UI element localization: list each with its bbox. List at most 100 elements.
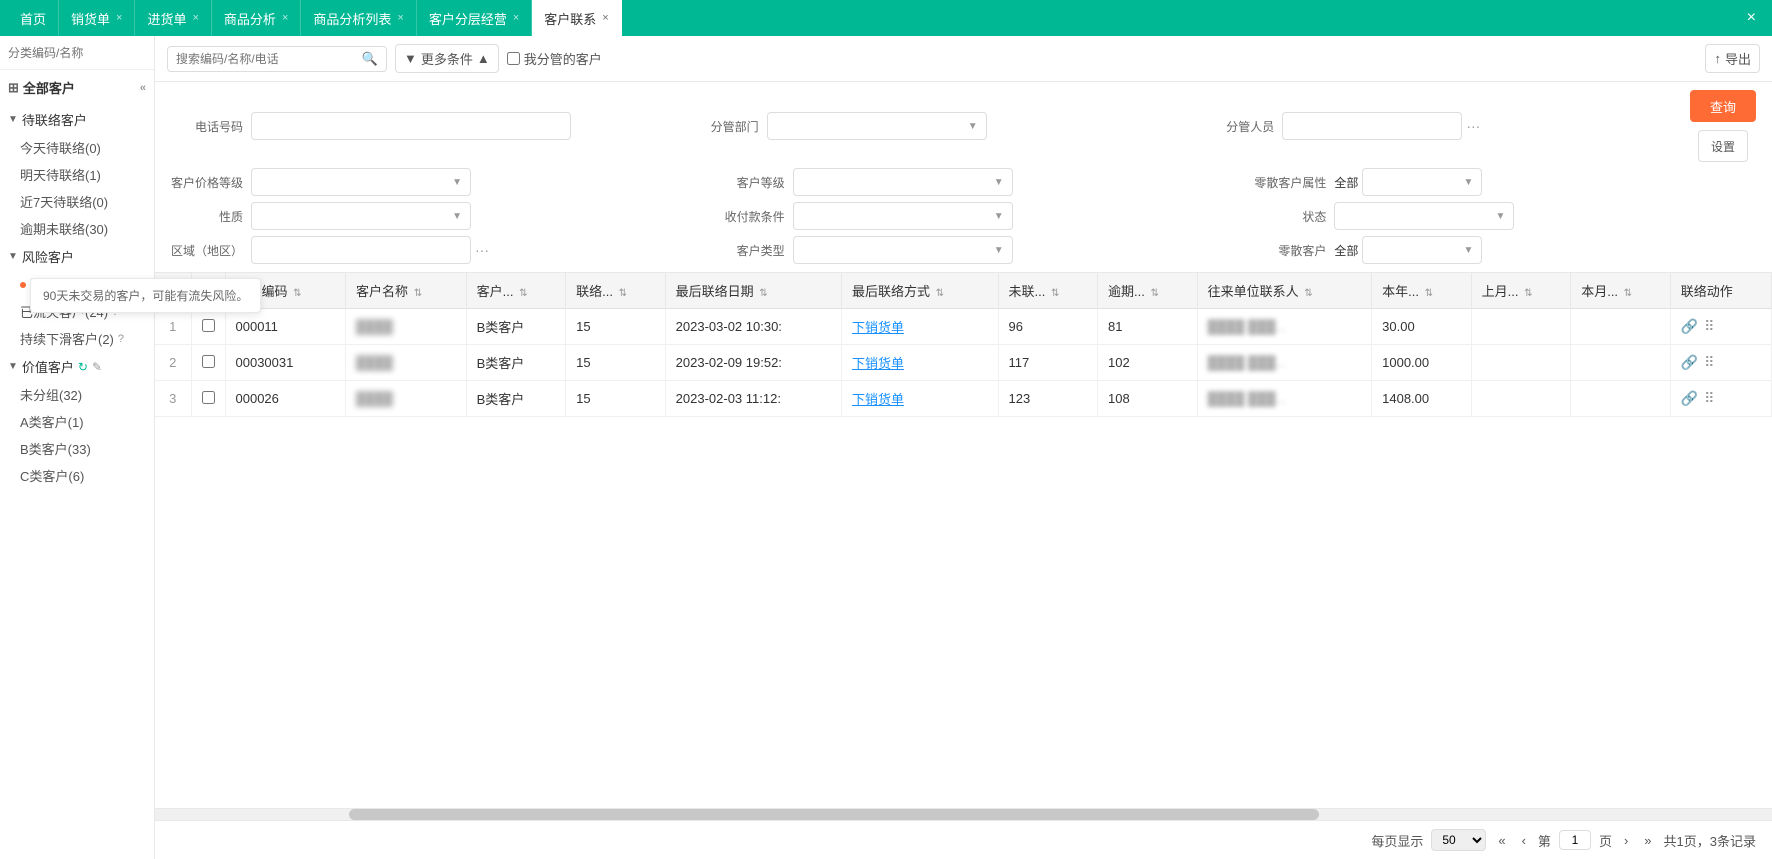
filter-customer-level-select[interactable]: ▼: [793, 168, 1013, 196]
tab-home[interactable]: 首页: [8, 0, 59, 36]
tab-sales[interactable]: 销货单 ×: [59, 0, 135, 36]
tab-customer-union[interactable]: 客户联系 ×: [532, 0, 621, 36]
col-last-month[interactable]: 上月... ⇅: [1471, 273, 1571, 309]
sidebar-item-declining[interactable]: 持续下滑客户(2) ?: [0, 325, 154, 352]
more-filter-button[interactable]: ▼ 更多条件 ▲: [395, 44, 499, 73]
col-this-month[interactable]: 本月... ⇅: [1571, 273, 1671, 309]
filter-zero-customer-select[interactable]: ▼: [1362, 236, 1482, 264]
sidebar-item-c-class[interactable]: C类客户(6): [0, 462, 154, 489]
per-page-select[interactable]: 50 20 100: [1431, 829, 1486, 851]
sidebar-all-customers[interactable]: ⊞ 全部客户 «: [0, 70, 154, 105]
col-name[interactable]: 客户名称 ⇅: [346, 273, 467, 309]
cell-last-method[interactable]: 下销货单: [841, 381, 998, 417]
last-method-link[interactable]: 下销货单: [852, 320, 904, 335]
collapse-icon[interactable]: «: [140, 82, 146, 94]
sidebar-item-a-class[interactable]: A类客户(1): [0, 408, 154, 435]
search-button-icon[interactable]: 🔍: [362, 51, 378, 67]
filter-person-select[interactable]: [1282, 112, 1462, 140]
tab-product-analysis-list-close[interactable]: ×: [397, 12, 403, 24]
filter-zero-attr-select[interactable]: ▼: [1362, 168, 1482, 196]
sidebar-item-tomorrow-contact[interactable]: 明天待联络(1): [0, 161, 154, 188]
cell-checkbox[interactable]: [191, 309, 225, 345]
edit-icon[interactable]: ✎: [92, 360, 102, 374]
col-overdue[interactable]: 逾期... ⇅: [1098, 273, 1198, 309]
filter-region-select[interactable]: [251, 236, 471, 264]
tab-purchase[interactable]: 进货单 ×: [135, 0, 211, 36]
tab-sales-close[interactable]: ×: [116, 12, 122, 24]
tab-purchase-close[interactable]: ×: [192, 12, 198, 24]
close-all-button[interactable]: ×: [1739, 9, 1764, 27]
cell-last-method[interactable]: 下销货单: [841, 309, 998, 345]
sidebar-item-today-contact[interactable]: 今天待联络(0): [0, 134, 154, 161]
col-this-year[interactable]: 本年... ⇅: [1372, 273, 1472, 309]
search-box[interactable]: 🔍: [167, 46, 387, 72]
action-link-icon[interactable]: 🔗: [1681, 354, 1698, 371]
col-last-method[interactable]: 最后联络方式 ⇅: [841, 273, 998, 309]
page-nav-next[interactable]: ›: [1620, 831, 1632, 850]
sidebar-item-ungrouped[interactable]: 未分组(32): [0, 381, 154, 408]
tab-customer-segment-close[interactable]: ×: [513, 12, 519, 24]
action-more-icon[interactable]: ⠿: [1704, 354, 1714, 371]
page-nav-prev[interactable]: ‹: [1518, 831, 1530, 850]
my-customers-checkbox-label[interactable]: 我分管的客户: [507, 49, 602, 68]
my-customers-checkbox[interactable]: [507, 52, 520, 65]
sidebar-search-box[interactable]: 🔍: [0, 36, 154, 70]
filter-payment-select[interactable]: ▼: [793, 202, 1013, 230]
refresh-icon[interactable]: ↻: [78, 360, 88, 374]
horizontal-scrollbar[interactable]: [155, 808, 1772, 820]
sidebar-item-week-contact[interactable]: 近7天待联络(0): [0, 188, 154, 215]
sidebar-risk-section[interactable]: ▼ 风险客户: [0, 242, 154, 271]
sidebar-pending-contact-section[interactable]: ▼ 待联络客户: [0, 105, 154, 134]
page-nav-last[interactable]: »: [1640, 831, 1655, 850]
col-associate[interactable]: 往来单位联系人 ⇅: [1197, 273, 1372, 309]
filter-gender-select[interactable]: ▼: [251, 202, 471, 230]
tab-product-analysis-list[interactable]: 商品分析列表 ×: [301, 0, 416, 36]
page-nav-first[interactable]: «: [1494, 831, 1509, 850]
filter-status-select[interactable]: ▼: [1334, 202, 1514, 230]
filter-phone-cell: 电话号码: [171, 112, 647, 140]
per-page-label: 每页显示: [1371, 831, 1423, 850]
last-method-link[interactable]: 下销货单: [852, 356, 904, 371]
row-checkbox[interactable]: [202, 391, 215, 404]
cell-contact: 15: [566, 345, 666, 381]
col-not-contacted[interactable]: 未联... ⇅: [998, 273, 1098, 309]
action-more-icon[interactable]: ⠿: [1704, 390, 1714, 407]
filter-phone-input[interactable]: [251, 112, 571, 140]
filter-person-ellipsis[interactable]: ···: [1466, 118, 1480, 134]
filter-region-ellipsis[interactable]: ···: [475, 242, 489, 258]
sidebar-value-section[interactable]: ▼ 价值客户 ↻ ✎: [0, 352, 154, 381]
filter-ctype-select[interactable]: ▼: [793, 236, 1013, 264]
sidebar-item-b-class[interactable]: B类客户(33): [0, 435, 154, 462]
sidebar-search-input[interactable]: [8, 46, 155, 60]
setting-button[interactable]: 设置: [1698, 130, 1748, 162]
cell-action: 🔗 ⠿: [1670, 381, 1771, 417]
page-input[interactable]: [1559, 830, 1591, 850]
cell-seq: 1: [155, 309, 191, 345]
col-level[interactable]: 客户... ⇅: [466, 273, 566, 309]
row-checkbox[interactable]: [202, 319, 215, 332]
row-checkbox[interactable]: [202, 355, 215, 368]
tab-customer-segment-label: 客户分层经营: [429, 9, 507, 28]
last-method-link[interactable]: 下销货单: [852, 392, 904, 407]
cell-checkbox[interactable]: [191, 381, 225, 417]
cell-last-month: [1471, 309, 1571, 345]
tab-customer-union-close[interactable]: ×: [602, 12, 608, 24]
col-last-date[interactable]: 最后联络日期 ⇅: [665, 273, 841, 309]
query-button[interactable]: 查询: [1690, 90, 1756, 122]
tab-product-analysis-label: 商品分析: [224, 9, 276, 28]
cell-last-method[interactable]: 下销货单: [841, 345, 998, 381]
cell-checkbox[interactable]: [191, 345, 225, 381]
search-input[interactable]: [176, 52, 358, 66]
tab-product-analysis-close[interactable]: ×: [282, 12, 288, 24]
filter-price-level-select[interactable]: ▼: [251, 168, 471, 196]
action-link-icon[interactable]: 🔗: [1681, 390, 1698, 407]
tab-product-analysis[interactable]: 商品分析 ×: [212, 0, 301, 36]
action-more-icon[interactable]: ⠿: [1704, 318, 1714, 335]
scroll-thumb[interactable]: [349, 809, 1319, 820]
filter-dept-select[interactable]: ▼: [767, 112, 987, 140]
col-contact[interactable]: 联络... ⇅: [566, 273, 666, 309]
tab-customer-segment[interactable]: 客户分层经营 ×: [417, 0, 532, 36]
action-link-icon[interactable]: 🔗: [1681, 318, 1698, 335]
sidebar-item-overdue-contact[interactable]: 逾期未联络(30): [0, 215, 154, 242]
export-button[interactable]: ↑ 导出: [1705, 44, 1760, 73]
